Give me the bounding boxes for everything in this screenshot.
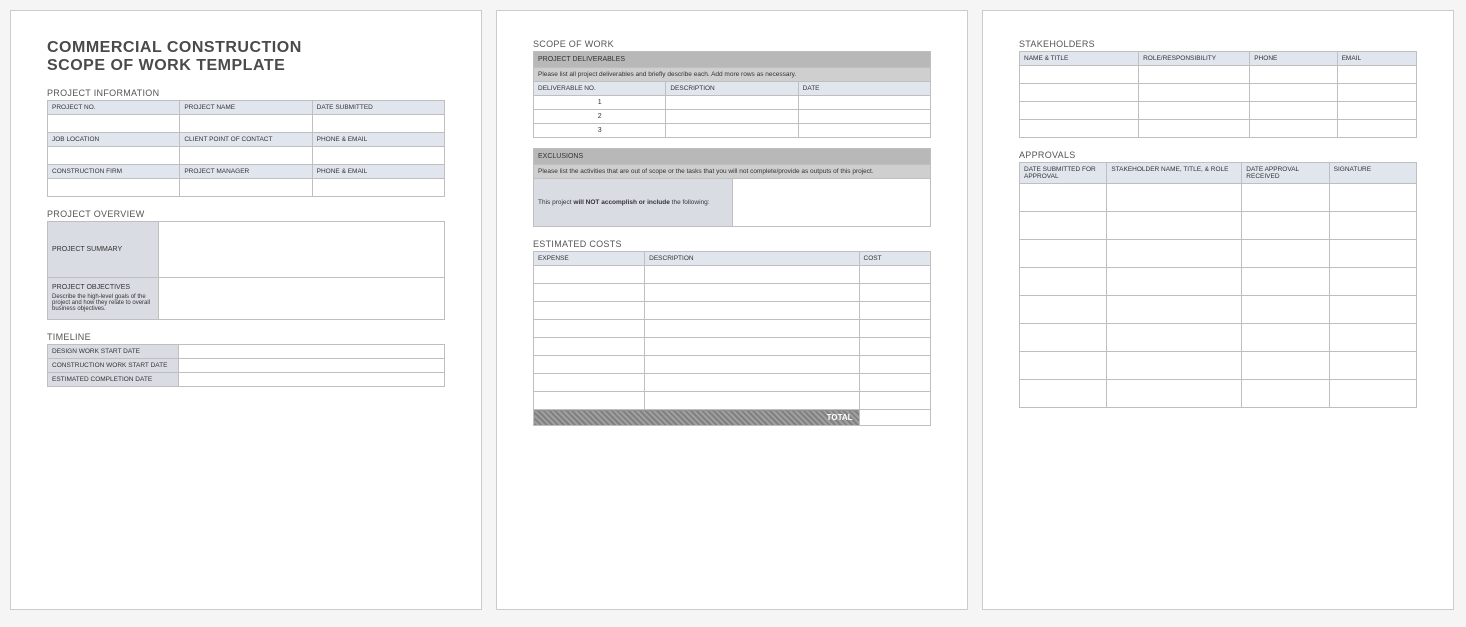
overview-table: PROJECT SUMMARY PROJECT OBJECTIVES Descr…	[47, 221, 445, 320]
pi-h4: JOB LOCATION	[48, 132, 180, 146]
objectives-field[interactable]	[159, 277, 445, 319]
page-1: COMMERCIAL CONSTRUCTION SCOPE OF WORK TE…	[10, 10, 482, 610]
pi-h7: CONSTRUCTION FIRM	[48, 164, 180, 178]
deliv-no: 3	[534, 124, 666, 138]
pi-h3: DATE SUBMITTED	[312, 100, 444, 114]
deliv-h1: DELIVERABLE NO.	[534, 82, 666, 96]
pi-h1: PROJECT NO.	[48, 100, 180, 114]
total-value[interactable]	[859, 410, 930, 426]
tl-r1: DESIGN WORK START DATE	[48, 344, 179, 358]
pi-h9: PHONE & EMAIL	[312, 164, 444, 178]
objectives-desc: Describe the high-level goals of the pro…	[52, 294, 154, 312]
doc-title-line2: SCOPE OF WORK TEMPLATE	[47, 57, 285, 74]
ap-h4: SIGNATURE	[1329, 163, 1416, 184]
costs-table: EXPENSE DESCRIPTION COST TOTAL	[533, 251, 931, 426]
pi-h6: PHONE & EMAIL	[312, 132, 444, 146]
pi-h5: CLIENT POINT OF CONTACT	[180, 132, 312, 146]
timeline-table: DESIGN WORK START DATE CONSTRUCTION WORK…	[47, 344, 445, 387]
objectives-cell: PROJECT OBJECTIVES Describe the high-lev…	[48, 277, 159, 319]
deliv-h3: DATE	[798, 82, 930, 96]
cost-h1: EXPENSE	[534, 252, 645, 266]
section-overview: PROJECT OVERVIEW	[47, 209, 445, 219]
section-costs: ESTIMATED COSTS	[533, 239, 931, 249]
deliverables-table: PROJECT DELIVERABLES Please list all pro…	[533, 51, 931, 138]
ap-h1: DATE SUBMITTED FOR APPROVAL	[1020, 163, 1107, 184]
deliv-sub: Please list all project deliverables and…	[534, 68, 931, 82]
pi-h2: PROJECT NAME	[180, 100, 312, 114]
cost-h3: COST	[859, 252, 930, 266]
section-stakeholders: STAKEHOLDERS	[1019, 39, 1417, 49]
stakeholders-table: NAME & TITLE ROLE/RESPONSIBILITY PHONE E…	[1019, 51, 1417, 138]
deliv-no: 2	[534, 110, 666, 124]
page-3: STAKEHOLDERS NAME & TITLE ROLE/RESPONSIB…	[982, 10, 1454, 610]
section-approvals: APPROVALS	[1019, 150, 1417, 160]
deliv-no: 1	[534, 96, 666, 110]
doc-title: COMMERCIAL CONSTRUCTION SCOPE OF WORK TE…	[47, 39, 445, 76]
tl-r3: ESTIMATED COMPLETION DATE	[48, 372, 179, 386]
project-info-table: PROJECT NO. PROJECT NAME DATE SUBMITTED …	[47, 100, 445, 197]
pi-h8: PROJECT MANAGER	[180, 164, 312, 178]
excl-sub: Please list the activities that are out …	[534, 165, 931, 179]
section-timeline: TIMELINE	[47, 332, 445, 342]
ap-h2: STAKEHOLDER NAME, TITLE, & ROLE	[1107, 163, 1242, 184]
deliv-h2: DESCRIPTION	[666, 82, 798, 96]
excl-field[interactable]	[732, 179, 931, 227]
sh-h3: PHONE	[1250, 52, 1337, 66]
ap-h3: DATE APPROVAL RECEIVED	[1242, 163, 1329, 184]
exclusions-table: EXCLUSIONS Please list the activities th…	[533, 148, 931, 227]
cost-h2: DESCRIPTION	[645, 252, 859, 266]
page-2: SCOPE OF WORK PROJECT DELIVERABLES Pleas…	[496, 10, 968, 610]
deliv-band: PROJECT DELIVERABLES	[534, 52, 931, 68]
excl-band: EXCLUSIONS	[534, 149, 931, 165]
sh-h1: NAME & TITLE	[1020, 52, 1139, 66]
section-project-info: PROJECT INFORMATION	[47, 88, 445, 98]
excl-label: This project will NOT accomplish or incl…	[534, 179, 733, 227]
objectives-label: PROJECT OBJECTIVES	[52, 284, 154, 291]
doc-title-line1: COMMERCIAL CONSTRUCTION	[47, 39, 302, 56]
tl-r2: CONSTRUCTION WORK START DATE	[48, 358, 179, 372]
summary-label: PROJECT SUMMARY	[48, 221, 159, 277]
section-scope: SCOPE OF WORK	[533, 39, 931, 49]
total-label: TOTAL	[534, 410, 860, 426]
approvals-table: DATE SUBMITTED FOR APPROVAL STAKEHOLDER …	[1019, 162, 1417, 408]
sh-h2: ROLE/RESPONSIBILITY	[1139, 52, 1250, 66]
sh-h4: EMAIL	[1337, 52, 1416, 66]
summary-field[interactable]	[159, 221, 445, 277]
